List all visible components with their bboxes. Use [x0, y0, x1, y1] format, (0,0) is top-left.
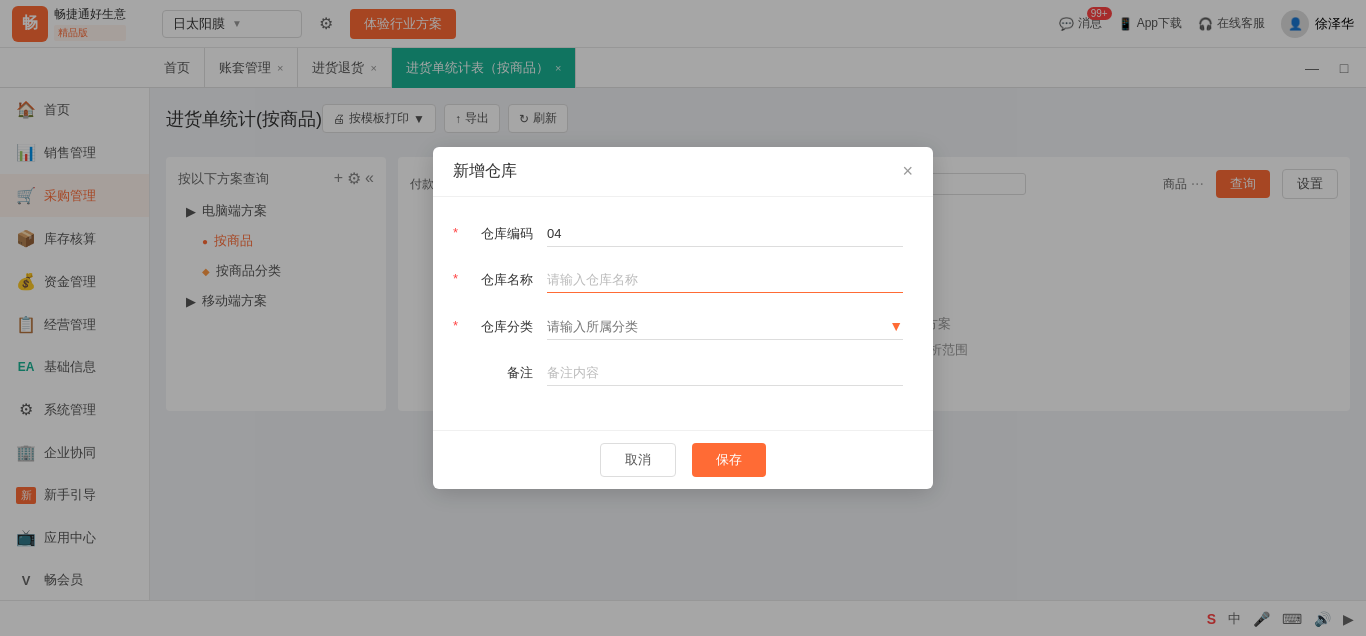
warehouse-category-label: 仓库分类	[463, 318, 533, 336]
modal-new-warehouse: 新增仓库 × 仓库编码 仓库名称 仓库分类 ▼	[433, 147, 933, 489]
warehouse-category-select[interactable]: ▼	[547, 313, 903, 340]
cancel-button[interactable]: 取消	[600, 443, 676, 477]
warehouse-code-input[interactable]	[547, 221, 903, 247]
form-row-name: 仓库名称	[463, 267, 903, 293]
warehouse-category-input[interactable]	[547, 319, 889, 334]
modal-footer: 取消 保存	[433, 430, 933, 489]
form-row-category: 仓库分类 ▼	[463, 313, 903, 340]
modal-close-button[interactable]: ×	[902, 161, 913, 182]
save-button[interactable]: 保存	[692, 443, 766, 477]
modal-title: 新增仓库	[453, 161, 902, 182]
warehouse-name-input[interactable]	[547, 267, 903, 293]
warehouse-code-label: 仓库编码	[463, 225, 533, 243]
modal-body: 仓库编码 仓库名称 仓库分类 ▼ 备注	[433, 197, 933, 430]
form-row-code: 仓库编码	[463, 221, 903, 247]
warehouse-name-label: 仓库名称	[463, 271, 533, 289]
modal-overlay[interactable]: 新增仓库 × 仓库编码 仓库名称 仓库分类 ▼	[0, 0, 1366, 636]
remark-input[interactable]	[547, 360, 903, 386]
remark-label: 备注	[463, 364, 533, 382]
modal-header: 新增仓库 ×	[433, 147, 933, 197]
form-row-remark: 备注	[463, 360, 903, 386]
category-dropdown-icon: ▼	[889, 318, 903, 334]
